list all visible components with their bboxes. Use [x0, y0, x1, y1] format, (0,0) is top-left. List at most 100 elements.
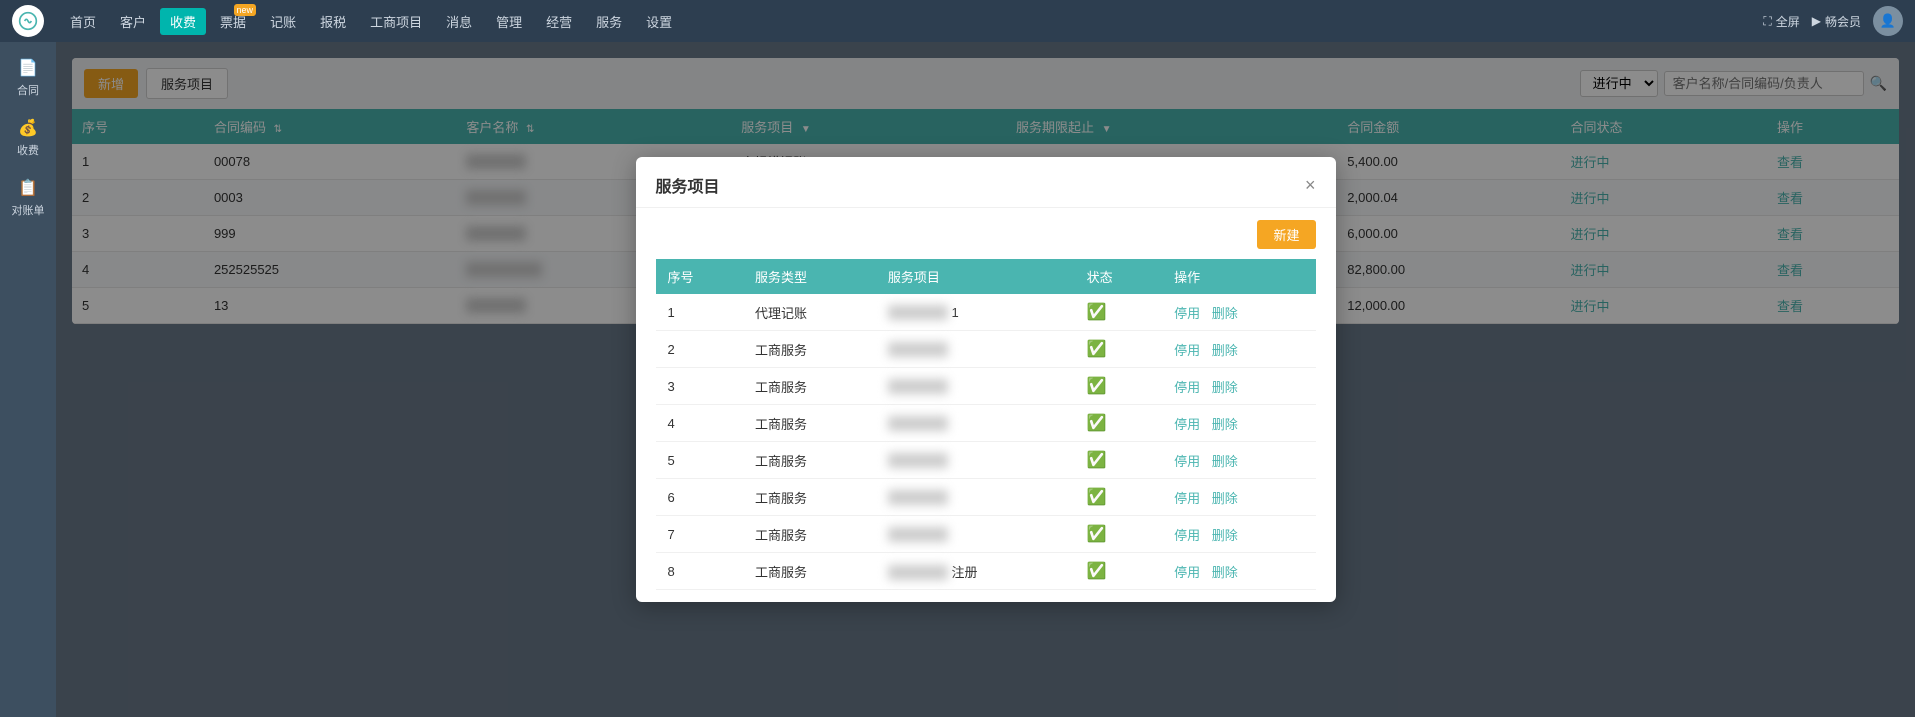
status-active-icon: ✅: [1087, 526, 1107, 543]
modal-cell-item: [876, 516, 1075, 553]
modal-cell-status: ✅: [1075, 553, 1162, 590]
list-item: 6 工商服务 ✅ 停用 删除: [656, 479, 1316, 516]
top-navigation: 首页 客户 收费 票据 new 记账 报税 工商项目 消息 管理 经营 服务 设…: [0, 0, 1915, 42]
disable-link[interactable]: 停用: [1174, 380, 1200, 395]
delete-link[interactable]: 删除: [1212, 528, 1238, 543]
delete-link[interactable]: 删除: [1212, 306, 1238, 321]
nav-service[interactable]: 服务: [586, 8, 632, 35]
modal-cell-action: 停用 删除: [1162, 442, 1315, 479]
delete-link[interactable]: 删除: [1212, 343, 1238, 358]
fullscreen-label: 全屏: [1776, 13, 1800, 30]
nav-client[interactable]: 客户: [110, 8, 156, 35]
modal-col-status: 状态: [1075, 259, 1162, 294]
modal-cell-item: [876, 442, 1075, 479]
fullscreen-btn[interactable]: ⛶ 全屏: [1763, 13, 1799, 30]
service-items-modal: 服务项目 × 新建 序号 服务类型 服务项目: [636, 157, 1336, 602]
modal-cell-type: 工商服务: [743, 516, 876, 553]
disable-link[interactable]: 停用: [1174, 491, 1200, 506]
modal-col-action: 操作: [1162, 259, 1315, 294]
nav-bookkeeping[interactable]: 记账: [260, 8, 306, 35]
list-item: 7 工商服务 ✅ 停用 删除: [656, 516, 1316, 553]
modal-cell-seq: 5: [656, 442, 743, 479]
modal-cell-seq: 3: [656, 368, 743, 405]
nav-business[interactable]: 工商项目: [360, 8, 432, 35]
sidebar-item-statement[interactable]: 📋 对账单: [3, 170, 53, 226]
status-active-icon: ✅: [1087, 304, 1107, 321]
member-btn[interactable]: ▶ 畅会员: [1812, 13, 1861, 30]
nav-manage[interactable]: 管理: [486, 8, 532, 35]
nav-message[interactable]: 消息: [436, 8, 482, 35]
modal-cell-item: 1: [876, 294, 1075, 331]
disable-link[interactable]: 停用: [1174, 417, 1200, 432]
modal-cell-action: 停用 删除: [1162, 405, 1315, 442]
modal-cell-status: ✅: [1075, 294, 1162, 331]
delete-link[interactable]: 删除: [1212, 417, 1238, 432]
modal-toolbar: 新建: [656, 220, 1316, 249]
disable-link[interactable]: 停用: [1174, 306, 1200, 321]
modal-cell-item: 注册: [876, 553, 1075, 590]
modal-cell-status: ✅: [1075, 516, 1162, 553]
disable-link[interactable]: 停用: [1174, 343, 1200, 358]
modal-col-seq: 序号: [656, 259, 743, 294]
delete-link[interactable]: 删除: [1212, 491, 1238, 506]
modal-close-button[interactable]: ×: [1305, 175, 1316, 196]
disable-link[interactable]: 停用: [1174, 565, 1200, 580]
nav-invoice-badge: new: [234, 4, 257, 16]
modal-table-header: 序号 服务类型 服务项目 状态 操作: [656, 259, 1316, 294]
modal-new-button[interactable]: 新建: [1257, 220, 1315, 249]
modal-header: 服务项目 ×: [636, 157, 1336, 208]
delete-link[interactable]: 删除: [1212, 454, 1238, 469]
delete-link[interactable]: 删除: [1212, 565, 1238, 580]
nav-charge[interactable]: 收费: [160, 8, 206, 35]
modal-cell-type: 工商服务: [743, 405, 876, 442]
modal-cell-action: 停用 删除: [1162, 368, 1315, 405]
nav-menu: 首页 客户 收费 票据 new 记账 报税 工商项目 消息 管理 经营 服务 设…: [60, 8, 1763, 35]
modal-cell-seq: 8: [656, 553, 743, 590]
modal-cell-seq: 7: [656, 516, 743, 553]
list-item: 3 工商服务 ✅ 停用 删除: [656, 368, 1316, 405]
modal-cell-seq: 1: [656, 294, 743, 331]
modal-cell-action: 停用 删除: [1162, 294, 1315, 331]
status-active-icon: ✅: [1087, 341, 1107, 358]
status-active-icon: ✅: [1087, 452, 1107, 469]
modal-cell-item: [876, 479, 1075, 516]
modal-title: 服务项目: [656, 173, 720, 197]
service-items-table: 序号 服务类型 服务项目 状态 操作 1 代理记账: [656, 259, 1316, 590]
modal-cell-status: ✅: [1075, 479, 1162, 516]
modal-cell-type: 工商服务: [743, 331, 876, 368]
modal-col-type: 服务类型: [743, 259, 876, 294]
modal-cell-item: [876, 405, 1075, 442]
avatar[interactable]: 👤: [1873, 6, 1903, 36]
list-item: 8 工商服务 注册 ✅ 停用 删除: [656, 553, 1316, 590]
disable-link[interactable]: 停用: [1174, 454, 1200, 469]
nav-tax[interactable]: 报税: [310, 8, 356, 35]
sidebar: 📄 合同 💰 收费 📋 对账单: [0, 42, 56, 717]
status-active-icon: ✅: [1087, 415, 1107, 432]
nav-invoice-wrapper: 票据 new: [210, 8, 256, 35]
modal-cell-item: [876, 368, 1075, 405]
modal-body: 新建 序号 服务类型 服务项目 状态 操作: [636, 208, 1336, 602]
main-content: 新增 服务项目 进行中 已完成 全部 🔍 序号 合同编码: [56, 42, 1915, 717]
delete-link[interactable]: 删除: [1212, 380, 1238, 395]
modal-cell-type: 工商服务: [743, 368, 876, 405]
app-logo: [12, 5, 44, 37]
modal-table-scroll[interactable]: 序号 服务类型 服务项目 状态 操作 1 代理记账: [656, 259, 1316, 590]
nav-home[interactable]: 首页: [60, 8, 106, 35]
contract-icon: 📄: [18, 58, 38, 78]
top-nav-right: ⛶ 全屏 ▶ 畅会员 👤: [1763, 6, 1903, 36]
modal-col-item: 服务项目: [876, 259, 1075, 294]
modal-overlay: 服务项目 × 新建 序号 服务类型 服务项目: [56, 42, 1915, 717]
list-item: 5 工商服务 ✅ 停用 删除: [656, 442, 1316, 479]
main-layout: 📄 合同 💰 收费 📋 对账单 新增 服务项目 进行中 已完成 全部: [0, 42, 1915, 717]
disable-link[interactable]: 停用: [1174, 528, 1200, 543]
status-active-icon: ✅: [1087, 563, 1107, 580]
sidebar-label-contract: 合同: [17, 82, 39, 98]
sidebar-item-charge[interactable]: 💰 收费: [3, 110, 53, 166]
modal-cell-action: 停用 删除: [1162, 479, 1315, 516]
nav-settings[interactable]: 设置: [636, 8, 682, 35]
modal-cell-type: 工商服务: [743, 479, 876, 516]
member-label: 畅会员: [1825, 13, 1861, 30]
nav-business2[interactable]: 经营: [536, 8, 582, 35]
sidebar-item-contract[interactable]: 📄 合同: [3, 50, 53, 106]
member-icon: ▶: [1812, 14, 1821, 28]
